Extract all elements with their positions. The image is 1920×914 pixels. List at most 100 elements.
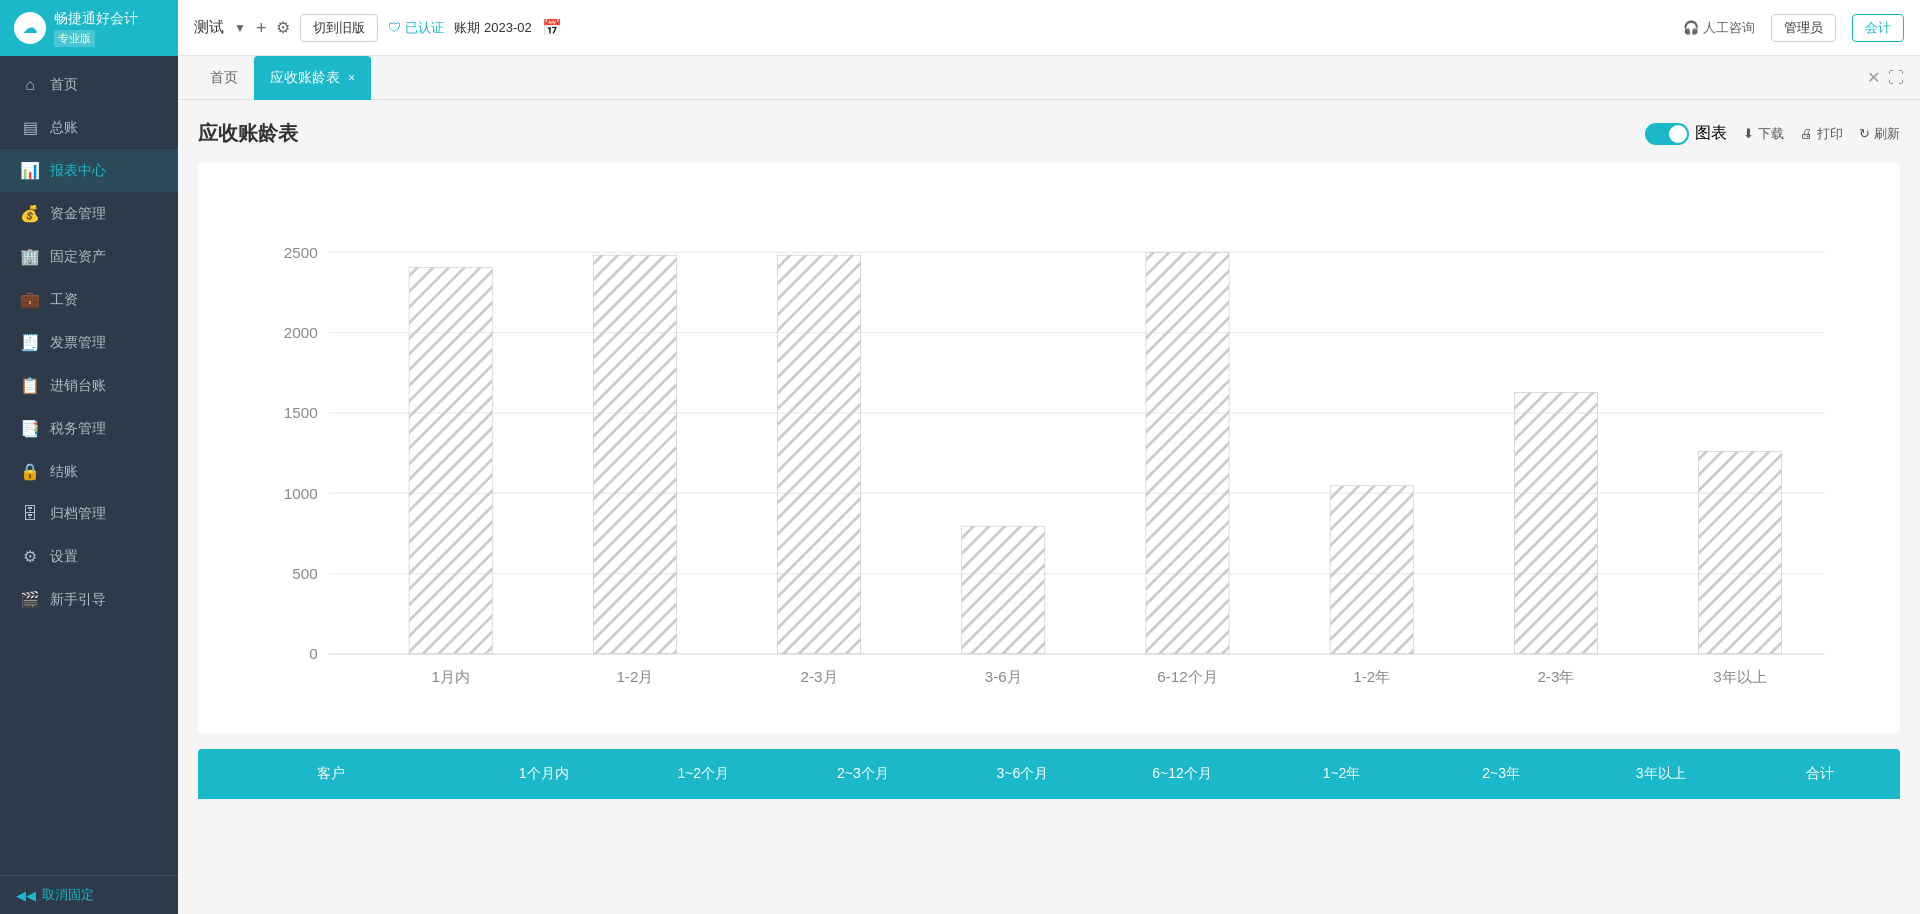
calendar-icon[interactable]: 📅 <box>542 18 562 37</box>
period-label: 账期 2023-02 <box>454 19 531 37</box>
wages-icon: 💼 <box>20 290 40 309</box>
x-label-1-2月: 1-2月 <box>616 668 653 685</box>
sidebar-label-invoices: 发票管理 <box>50 334 106 352</box>
sidebar-item-ledger[interactable]: ▤总账 <box>0 106 178 149</box>
funds-icon: 💰 <box>20 204 40 223</box>
chart-toggle[interactable] <box>1645 123 1689 145</box>
x-label-2-3年: 2-3年 <box>1537 668 1574 685</box>
settings-icon[interactable]: ⚙ <box>276 18 290 37</box>
table-header-cell: 2~3年 <box>1421 749 1581 799</box>
tab-close-btn[interactable]: × <box>348 71 355 85</box>
tab-bar: 首页 应收账龄表 × ✕ ⛶ <box>178 56 1920 100</box>
sidebar-item-reports[interactable]: 📊报表中心 <box>0 149 178 192</box>
print-icon: 🖨 <box>1800 126 1813 141</box>
accountant-btn[interactable]: 会计 <box>1852 14 1904 42</box>
sidebar-item-home[interactable]: ⌂ 首页 <box>0 64 178 106</box>
switch-old-btn[interactable]: 切到旧版 <box>300 14 378 42</box>
table-header-cell: 3~6个月 <box>943 749 1103 799</box>
sidebar-label-tax: 税务管理 <box>50 420 106 438</box>
table-header-cell: 合计 <box>1740 749 1900 799</box>
tab-ar-aging[interactable]: 应收账龄表 × <box>254 56 371 100</box>
sidebar-item-invoices[interactable]: 🧾 发票管理 <box>0 321 178 364</box>
sidebar-label-guide: 新手引导 <box>50 591 106 609</box>
bar-1-2年 <box>1330 486 1413 654</box>
bar-chart-svg: 0 500 1000 1500 2000 2500 1月内 1-2月 <box>218 183 1880 709</box>
bar-3年以上 <box>1699 452 1782 654</box>
expand-icon[interactable]: ⛶ <box>1888 69 1904 87</box>
x-label-3年以上: 3年以上 <box>1713 668 1766 685</box>
top-header: 测试 ▼ + ⚙ 切到旧版 🛡 已认证 账期 2023-02 📅 🎧 人工咨询 … <box>178 0 1920 56</box>
table-header-cell: 客户 <box>198 749 464 799</box>
workspace-title: 测试 <box>194 18 224 37</box>
reports-icon: 📊 <box>20 161 40 180</box>
sidebar-label-home: 首页 <box>50 76 78 94</box>
page-header: 应收账龄表 图表 ⬇ 下载 🖨 打印 ↻ <box>198 120 1900 147</box>
x-label-6-12月: 6-12个月 <box>1157 668 1217 685</box>
cancel-fixed-btn[interactable]: ◀◀ 取消固定 <box>0 875 178 914</box>
bar-6-12月 <box>1146 252 1229 654</box>
refresh-icon: ↻ <box>1859 126 1870 141</box>
bar-1月内 <box>409 268 492 654</box>
sidebar-item-settings[interactable]: ⚙ 设置 <box>0 535 178 578</box>
y-label-2500: 2500 <box>284 244 318 261</box>
closing-icon: 🔒 <box>20 462 40 481</box>
table-header-cell: 2~3个月 <box>783 749 943 799</box>
tax-icon: 📑 <box>20 419 40 438</box>
table-container: 客户1个月内1~2个月2~3个月3~6个月6~12个月1~2年2~3年3年以上合… <box>198 749 1900 799</box>
headset-icon: 🎧 <box>1683 20 1699 35</box>
download-icon: ⬇ <box>1743 126 1754 141</box>
guide-icon: 🎬 <box>20 590 40 609</box>
chart-container: 0 500 1000 1500 2000 2500 1月内 1-2月 <box>198 163 1900 733</box>
manager-btn[interactable]: 管理员 <box>1771 14 1836 42</box>
main-content: 测试 ▼ + ⚙ 切到旧版 🛡 已认证 账期 2023-02 📅 🎧 人工咨询 … <box>178 0 1920 914</box>
tab-home[interactable]: 首页 <box>194 56 254 100</box>
shield-icon: 🛡 <box>388 20 401 35</box>
close-icon[interactable]: ✕ <box>1867 68 1880 87</box>
sidebar-logo: ☁ 畅捷通好会计 专业版 <box>0 0 178 56</box>
sidebar-item-wages[interactable]: 💼工资 <box>0 278 178 321</box>
sidebar-label-assets: 固定资产 <box>50 248 106 266</box>
refresh-btn[interactable]: ↻ 刷新 <box>1859 125 1900 143</box>
y-label-1500: 1500 <box>284 404 318 421</box>
bar-2-3月 <box>778 255 861 654</box>
sidebar-item-sales[interactable]: 📋进销台账 <box>0 364 178 407</box>
y-label-2000: 2000 <box>284 324 318 341</box>
table-header-cell: 3年以上 <box>1581 749 1741 799</box>
logo-icon: ☁ <box>14 12 46 44</box>
sidebar-item-closing[interactable]: 🔒 结账 <box>0 450 178 493</box>
table-header-cell: 1个月内 <box>464 749 624 799</box>
bar-3-6月 <box>962 526 1045 654</box>
add-workspace-btn[interactable]: + <box>256 19 267 37</box>
sidebar-nav: ⌂ 首页 ▤总账📊报表中心💰资金管理🏢固定资产💼工资 🧾 发票管理 📋进销台账 📑 税务管理 🔒… <box>0 56 178 629</box>
print-btn[interactable]: 🖨 打印 <box>1800 125 1843 143</box>
page-container: 应收账龄表 图表 ⬇ 下载 🖨 打印 ↻ <box>178 100 1920 819</box>
settings-icon: ⚙ <box>20 547 40 566</box>
sidebar-label-closing: 结账 <box>50 463 78 481</box>
invoices-icon: 🧾 <box>20 333 40 352</box>
home-icon: ⌂ <box>20 76 40 94</box>
sidebar-label-ledger: 总账 <box>50 119 78 137</box>
sidebar-item-assets[interactable]: 🏢固定资产 <box>0 235 178 278</box>
bar-1-2月 <box>593 255 676 654</box>
download-btn[interactable]: ⬇ 下载 <box>1743 125 1784 143</box>
header-right-actions: 🎧 人工咨询 管理员 会计 <box>1683 14 1904 42</box>
x-label-1-2年: 1-2年 <box>1353 668 1390 685</box>
workspace-dropdown[interactable]: ▼ <box>234 21 246 35</box>
x-label-2-3月: 2-3月 <box>801 668 838 685</box>
sidebar-item-archive[interactable]: 🗄归档管理 <box>0 493 178 535</box>
sidebar-item-guide[interactable]: 🎬 新手引导 <box>0 578 178 621</box>
chart-toggle-group: 图表 <box>1645 123 1727 145</box>
chart-toggle-label: 图表 <box>1695 123 1727 144</box>
table-header-cell: 1~2年 <box>1262 749 1422 799</box>
y-label-1000: 1000 <box>284 485 318 502</box>
page-actions: 图表 ⬇ 下载 🖨 打印 ↻ 刷新 <box>1645 123 1900 145</box>
y-label-0: 0 <box>309 645 317 662</box>
consult-btn[interactable]: 🎧 人工咨询 <box>1683 19 1755 37</box>
y-label-500: 500 <box>292 565 317 582</box>
sidebar-item-funds[interactable]: 💰资金管理 <box>0 192 178 235</box>
table-header-cell: 1~2个月 <box>624 749 784 799</box>
sales-icon: 📋 <box>20 376 40 395</box>
sidebar-label-settings: 设置 <box>50 548 78 566</box>
sidebar-item-tax[interactable]: 📑 税务管理 <box>0 407 178 450</box>
x-label-1月内: 1月内 <box>431 668 469 685</box>
